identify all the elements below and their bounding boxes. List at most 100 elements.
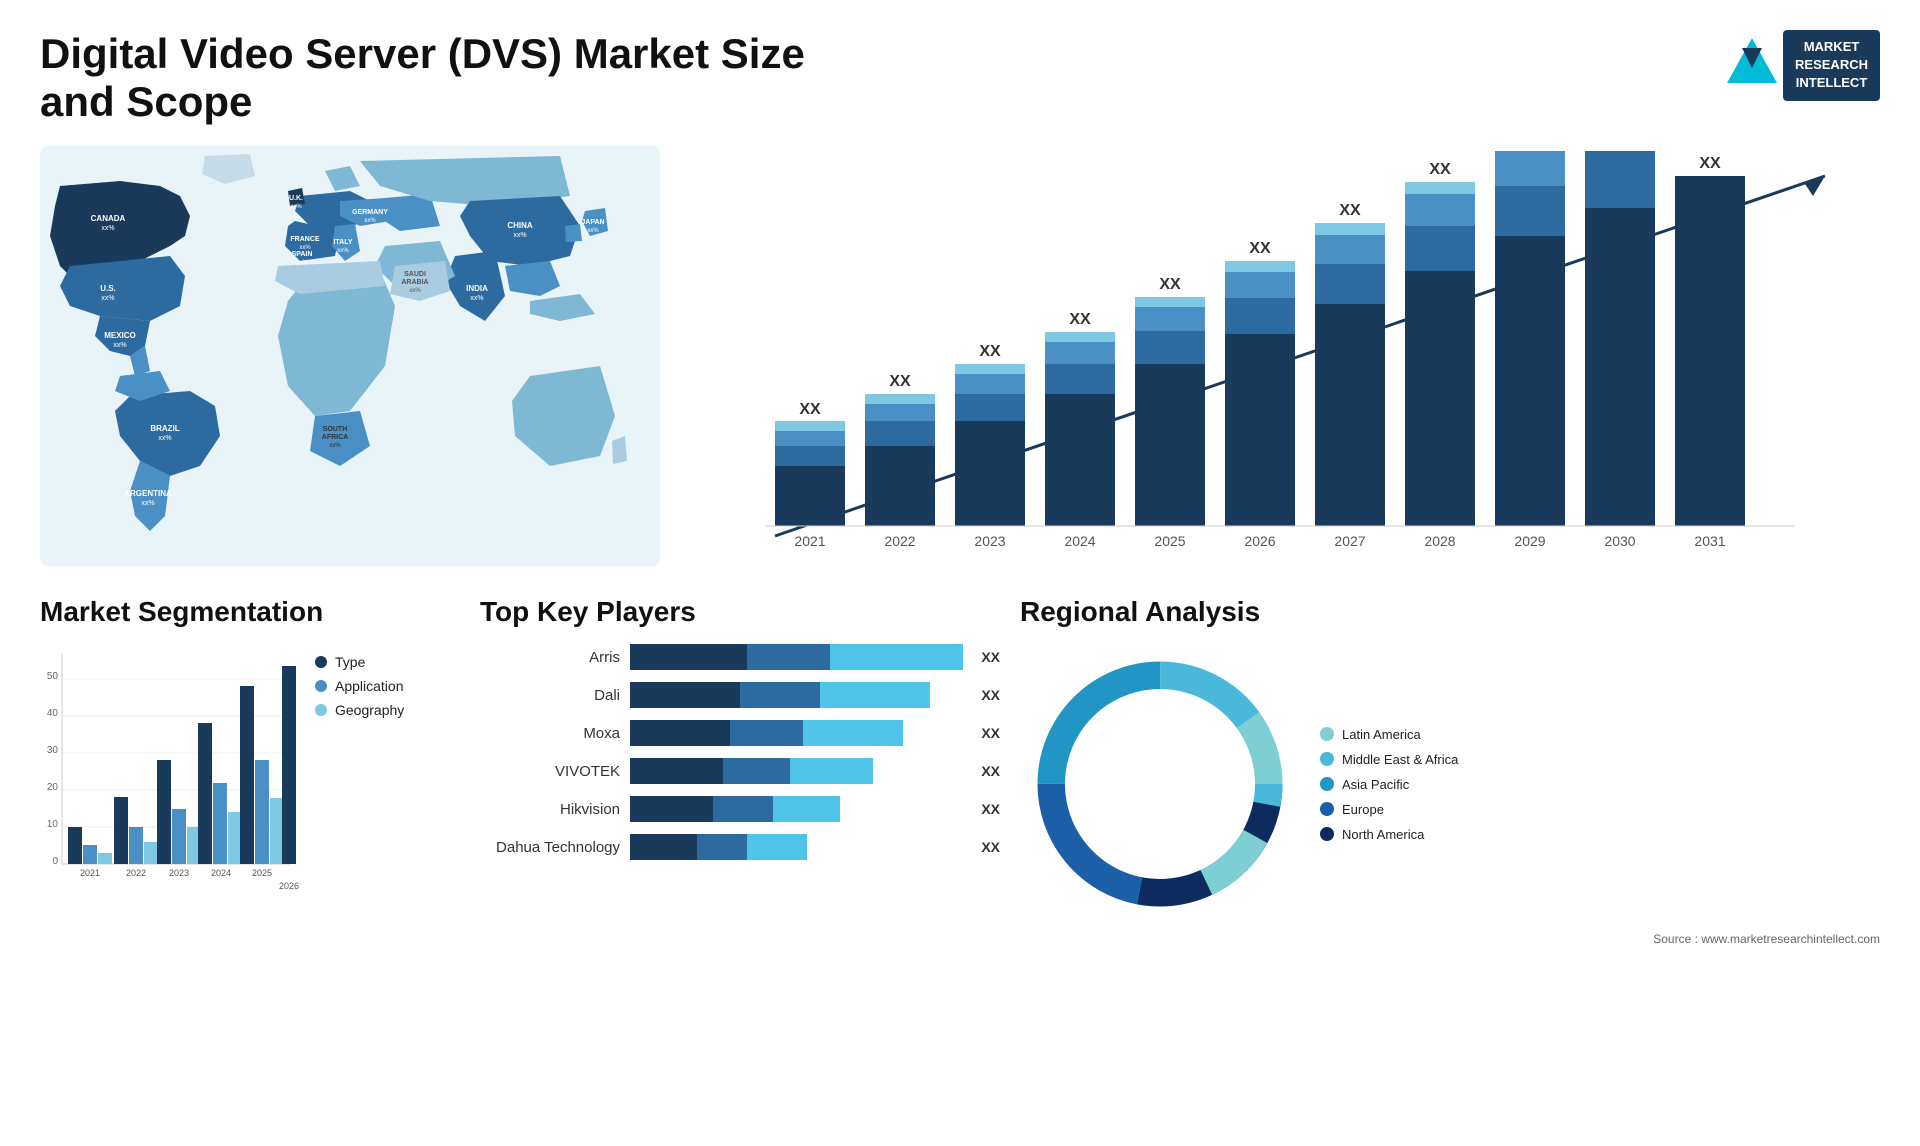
svg-text:BRAZIL: BRAZIL xyxy=(150,424,179,433)
svg-text:2022: 2022 xyxy=(126,868,146,878)
svg-text:xx%: xx% xyxy=(470,295,483,302)
svg-text:JAPAN: JAPAN xyxy=(581,219,604,226)
svg-text:GERMANY: GERMANY xyxy=(352,209,388,216)
svg-text:U.K.: U.K. xyxy=(289,195,303,202)
seg-chart-svg: 0 10 20 30 40 50 60 xyxy=(40,644,300,904)
svg-text:2027: 2027 xyxy=(1334,533,1365,549)
player-bar-hikvision xyxy=(630,796,963,822)
svg-text:CHINA: CHINA xyxy=(507,221,533,230)
player-name-arris: Arris xyxy=(480,649,620,666)
legend-label-geography: Geography xyxy=(335,702,404,718)
svg-text:0: 0 xyxy=(52,856,58,867)
player-bar-arris xyxy=(630,644,963,670)
donut-legend-latin-america: Latin America xyxy=(1320,727,1458,742)
legend-label-type: Type xyxy=(335,654,365,670)
svg-text:ARABIA: ARABIA xyxy=(401,279,428,286)
donut-dot-north-america xyxy=(1320,827,1334,841)
svg-text:XX: XX xyxy=(799,401,821,418)
logo: MARKET RESEARCH INTELLECT xyxy=(1727,30,1880,101)
player-bar-dahua xyxy=(630,834,963,860)
legend-item-geography: Geography xyxy=(315,702,404,718)
legend-dot-application xyxy=(315,680,327,692)
svg-text:xx%: xx% xyxy=(158,435,171,442)
logo-icon xyxy=(1727,38,1777,93)
svg-text:U.S.: U.S. xyxy=(100,284,116,293)
svg-text:xx%: xx% xyxy=(329,443,341,449)
world-map: CANADA xx% U.S. xx% MEXICO xx% BRAZIL xx… xyxy=(40,146,660,566)
top-players-title: Top Key Players xyxy=(480,596,1000,628)
svg-text:xx%: xx% xyxy=(409,288,421,294)
svg-text:2023: 2023 xyxy=(974,533,1005,549)
svg-text:20: 20 xyxy=(47,782,59,793)
donut-label-asia-pacific: Asia Pacific xyxy=(1342,777,1409,792)
player-name-dali: Dali xyxy=(480,687,620,704)
player-bar-seg2 xyxy=(747,644,830,670)
page-header: Digital Video Server (DVS) Market Size a… xyxy=(40,30,1880,126)
player-row-arris: Arris XX xyxy=(480,644,1000,670)
page-title: Digital Video Server (DVS) Market Size a… xyxy=(40,30,840,126)
svg-text:XX: XX xyxy=(1249,240,1271,257)
regional-section: Regional Analysis xyxy=(1020,596,1880,946)
svg-text:50: 50 xyxy=(47,671,59,682)
svg-text:xx%: xx% xyxy=(513,232,526,239)
donut-legend-europe: Europe xyxy=(1320,802,1458,817)
svg-text:2021: 2021 xyxy=(794,533,825,549)
seg-bar-chart: 0 10 20 30 40 50 60 xyxy=(40,644,300,904)
regional-title: Regional Analysis xyxy=(1020,596,1880,628)
svg-text:FRANCE: FRANCE xyxy=(290,236,319,243)
svg-text:40: 40 xyxy=(47,708,59,719)
map-section: CANADA xx% U.S. xx% MEXICO xx% BRAZIL xx… xyxy=(40,146,660,566)
svg-text:xx%: xx% xyxy=(101,225,114,232)
segmentation-chart-area: 0 10 20 30 40 50 60 xyxy=(40,644,460,904)
player-row-moxa: Moxa XX xyxy=(480,720,1000,746)
svg-text:xx%: xx% xyxy=(101,295,114,302)
donut-label-middle-east: Middle East & Africa xyxy=(1342,752,1458,767)
player-val-arris: XX xyxy=(981,649,1000,665)
legend-label-application: Application xyxy=(335,678,404,694)
svg-text:2025: 2025 xyxy=(1154,533,1185,549)
logo-text: MARKET RESEARCH INTELLECT xyxy=(1783,30,1880,101)
svg-text:2026: 2026 xyxy=(279,881,299,891)
player-row-hikvision: Hikvision XX xyxy=(480,796,1000,822)
top-section: CANADA xx% U.S. xx% MEXICO xx% BRAZIL xx… xyxy=(40,146,1880,566)
player-row-dali: Dali XX xyxy=(480,682,1000,708)
svg-text:60: 60 xyxy=(40,644,48,645)
svg-text:2026: 2026 xyxy=(1244,533,1275,549)
player-bar-seg3 xyxy=(830,644,963,670)
svg-text:2025: 2025 xyxy=(252,868,272,878)
svg-text:xx%: xx% xyxy=(364,218,376,224)
donut-legend-north-america: North America xyxy=(1320,827,1458,842)
donut-legend: Latin America Middle East & Africa Asia … xyxy=(1320,727,1458,842)
svg-text:2022: 2022 xyxy=(884,533,915,549)
player-name-dahua: Dahua Technology xyxy=(480,839,620,856)
top-players-section: Top Key Players Arris XX Dali XX xyxy=(480,596,1000,946)
donut-legend-middle-east: Middle East & Africa xyxy=(1320,752,1458,767)
player-bar-seg1 xyxy=(630,644,747,670)
source-text: Source : www.marketresearchintellect.com xyxy=(1020,932,1880,946)
legend-item-application: Application xyxy=(315,678,404,694)
svg-text:XX: XX xyxy=(1159,276,1181,293)
svg-text:2031: 2031 xyxy=(1694,533,1725,549)
svg-text:CANADA: CANADA xyxy=(91,214,126,223)
svg-text:xx%: xx% xyxy=(290,204,302,210)
svg-text:ARGENTINA: ARGENTINA xyxy=(124,489,172,498)
player-bar-dali xyxy=(630,682,963,708)
player-val-dali: XX xyxy=(981,687,1000,703)
svg-text:SPAIN: SPAIN xyxy=(292,251,313,258)
svg-text:SOUTH: SOUTH xyxy=(323,426,348,433)
bottom-section: Market Segmentation 0 10 20 30 40 50 60 xyxy=(40,596,1880,946)
donut-chart-area: Latin America Middle East & Africa Asia … xyxy=(1020,644,1880,924)
svg-text:XX: XX xyxy=(979,343,1001,360)
player-val-hikvision: XX xyxy=(981,801,1000,817)
svg-text:2024: 2024 xyxy=(211,868,231,878)
player-val-dahua: XX xyxy=(981,839,1000,855)
svg-text:XX: XX xyxy=(1519,146,1541,147)
svg-text:XX: XX xyxy=(1069,311,1091,328)
svg-text:2021: 2021 xyxy=(80,868,100,878)
player-row-vivotek: VIVOTEK XX xyxy=(480,758,1000,784)
donut-dot-latin-america xyxy=(1320,727,1334,741)
player-val-vivotek: XX xyxy=(981,763,1000,779)
player-name-hikvision: Hikvision xyxy=(480,801,620,818)
svg-text:xx%: xx% xyxy=(113,342,126,349)
donut-chart-svg xyxy=(1020,644,1300,924)
